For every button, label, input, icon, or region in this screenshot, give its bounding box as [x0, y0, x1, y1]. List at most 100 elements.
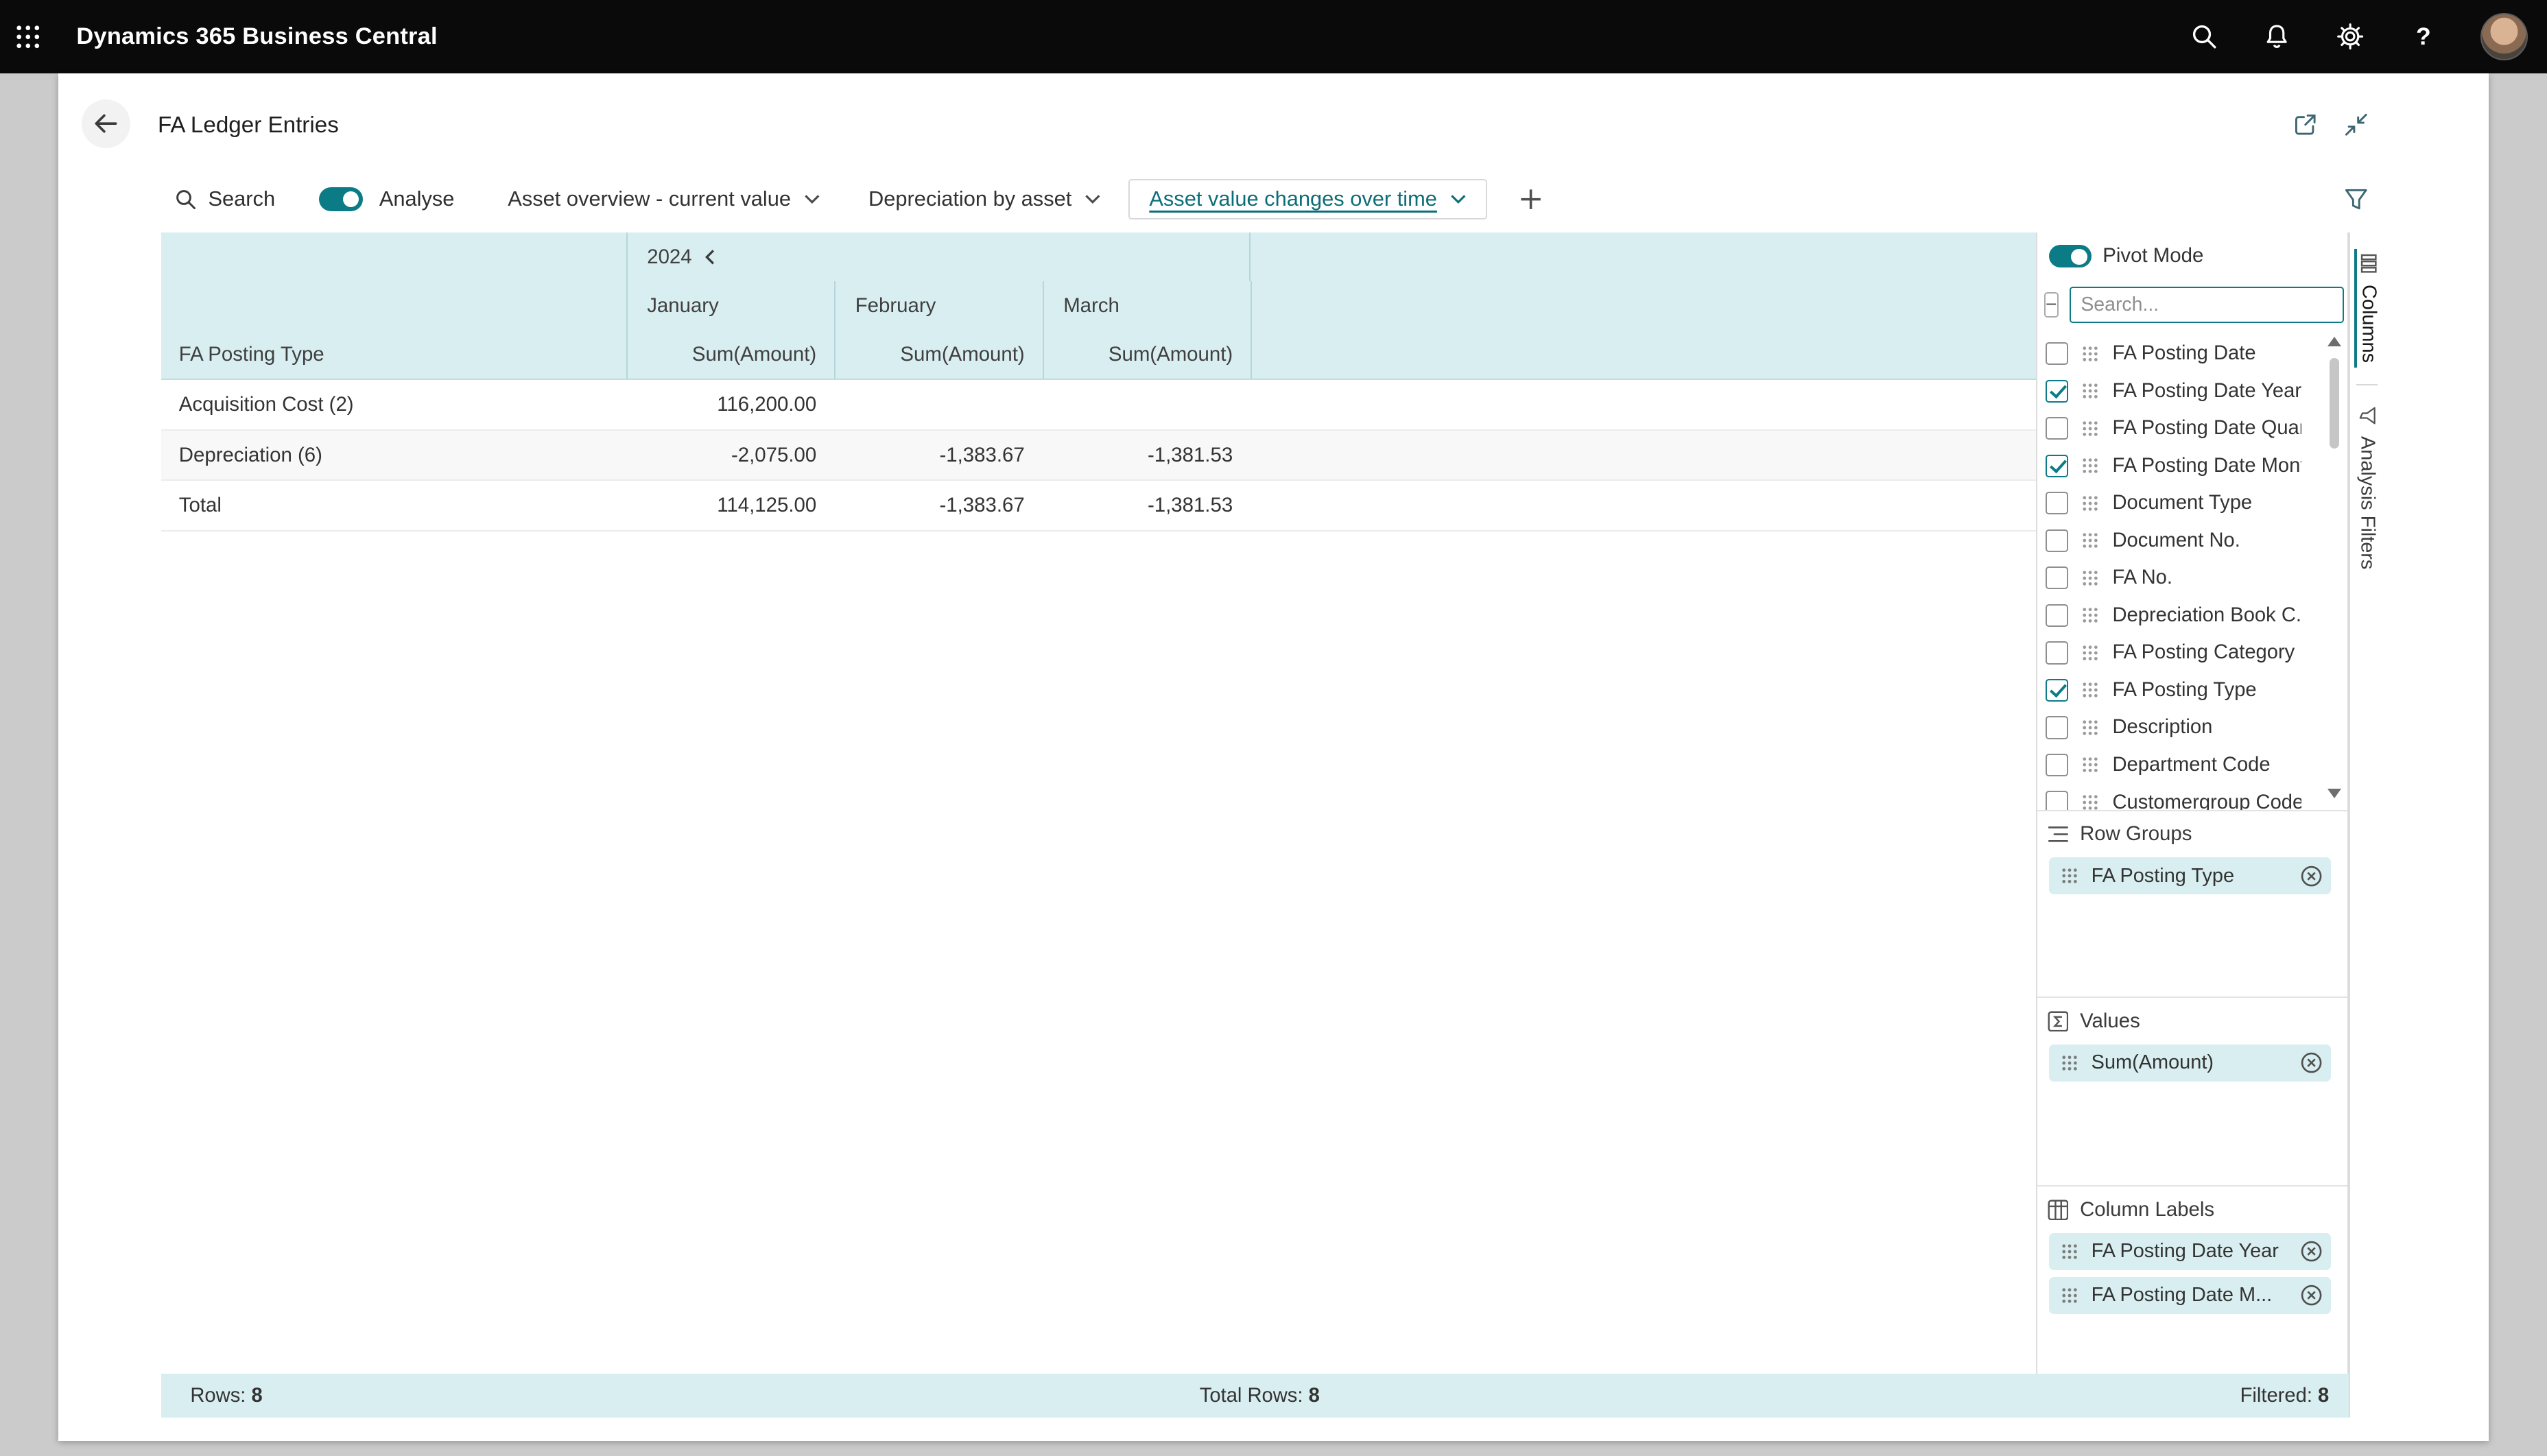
column-label-chip[interactable]: FA Posting Date Year: [2049, 1233, 2331, 1271]
field-item[interactable]: FA Posting Category: [2037, 634, 2347, 672]
help-icon[interactable]: ?: [2407, 21, 2439, 53]
search-icon[interactable]: [2188, 21, 2220, 53]
column-labels-section: Column Labels FA Posting Date Year: [2037, 1185, 2347, 1374]
drag-handle-icon[interactable]: [2081, 420, 2099, 438]
drag-handle-icon[interactable]: [2081, 345, 2099, 363]
row-label: Depreciation (6): [161, 431, 626, 480]
drag-handle-icon[interactable]: [2061, 1054, 2078, 1072]
field-item[interactable]: FA Posting Date Quar...: [2037, 409, 2347, 447]
settings-gear-icon[interactable]: [2334, 21, 2366, 53]
analyse-toggle[interactable]: Analyse: [319, 187, 454, 211]
app-launcher-button[interactable]: [0, 0, 56, 73]
drag-handle-icon[interactable]: [2081, 382, 2099, 400]
analyse-switch[interactable]: [319, 187, 363, 212]
drag-handle-icon[interactable]: [2081, 644, 2099, 662]
analysis-area: 2024 January February March: [161, 232, 2384, 1418]
tab-asset-overview-current-value[interactable]: Asset overview - current value: [487, 179, 841, 219]
column-group-year[interactable]: 2024: [626, 232, 1251, 281]
tab-columns[interactable]: Columns: [2354, 249, 2380, 368]
remove-chip-icon[interactable]: [2300, 1051, 2323, 1074]
columns-panel: Pivot Mode − FA Posting Date: [2036, 232, 2348, 1374]
column-label-chip[interactable]: FA Posting Date M...: [2049, 1277, 2331, 1315]
drag-handle-icon[interactable]: [2081, 793, 2099, 810]
drag-handle-icon[interactable]: [2061, 1243, 2078, 1261]
value-header-february[interactable]: Sum(Amount): [834, 330, 1042, 379]
collapse-all-button[interactable]: −: [2044, 292, 2059, 318]
field-item[interactable]: Depreciation Book C...: [2037, 597, 2347, 634]
field-item[interactable]: FA Posting Type: [2037, 671, 2347, 709]
field-item[interactable]: Document No.: [2037, 522, 2347, 560]
row-groups-section: Row Groups FA Posting Type: [2037, 810, 2347, 997]
checkbox[interactable]: [2046, 754, 2068, 776]
checkbox[interactable]: [2046, 529, 2068, 552]
drag-handle-icon[interactable]: [2081, 681, 2099, 699]
pivot-mode-switch[interactable]: [2049, 245, 2092, 267]
value-header-january[interactable]: Sum(Amount): [626, 330, 834, 379]
checkbox[interactable]: [2046, 342, 2068, 365]
topbar: Dynamics 365 Business Central: [0, 0, 2547, 73]
column-header-february[interactable]: February: [834, 281, 1042, 330]
column-header-march[interactable]: March: [1043, 281, 1251, 330]
remove-chip-icon[interactable]: [2300, 865, 2323, 887]
collapse-window-icon[interactable]: [2344, 112, 2369, 137]
field-item[interactable]: FA No.: [2037, 560, 2347, 597]
field-item[interactable]: FA Posting Date: [2037, 335, 2347, 372]
collapse-group-chevron-icon[interactable]: [705, 249, 715, 265]
divider: [2356, 384, 2378, 385]
field-item[interactable]: FA Posting Date Month: [2037, 447, 2347, 485]
drag-handle-icon[interactable]: [2081, 719, 2099, 737]
cell-value: -2,075.00: [626, 431, 834, 480]
remove-chip-icon[interactable]: [2300, 1284, 2323, 1306]
avatar[interactable]: [2480, 13, 2528, 60]
field-item[interactable]: Customergroup Code: [2037, 784, 2347, 810]
notifications-bell-icon[interactable]: [2261, 21, 2293, 53]
drag-handle-icon[interactable]: [2061, 867, 2078, 885]
tab-depreciation-by-asset[interactable]: Depreciation by asset: [848, 179, 1122, 219]
back-button[interactable]: [82, 99, 130, 148]
scrollbar-thumb[interactable]: [2330, 358, 2339, 449]
checkbox[interactable]: [2046, 455, 2068, 477]
search-label: Search: [208, 187, 275, 211]
checkbox[interactable]: [2046, 492, 2068, 514]
search-button[interactable]: Search: [174, 187, 275, 211]
drag-handle-icon[interactable]: [2081, 457, 2099, 475]
checkbox[interactable]: [2046, 604, 2068, 627]
drag-handle-icon[interactable]: [2061, 1287, 2078, 1304]
tab-analysis-filters[interactable]: Analysis Filters: [2356, 402, 2378, 574]
checkbox[interactable]: [2046, 566, 2068, 589]
drag-handle-icon[interactable]: [2081, 494, 2099, 512]
sigma-values-icon: [2048, 1011, 2069, 1032]
value-chip[interactable]: Sum(Amount): [2049, 1045, 2331, 1082]
row-group-header[interactable]: FA Posting Type: [161, 330, 626, 379]
row-groups-icon: [2048, 824, 2069, 845]
checkbox[interactable]: [2046, 716, 2068, 739]
field-item[interactable]: Description: [2037, 709, 2347, 747]
analyse-label: Analyse: [379, 187, 455, 211]
value-header-march[interactable]: Sum(Amount): [1043, 330, 1251, 379]
scroll-down-arrow[interactable]: [2327, 789, 2341, 798]
remove-chip-icon[interactable]: [2300, 1240, 2323, 1263]
checkbox[interactable]: [2046, 641, 2068, 664]
open-in-new-window-icon[interactable]: [2293, 112, 2318, 137]
table-row: Depreciation (6) -2,075.00 -1,383.67 -1,…: [161, 431, 2037, 481]
row-label: Acquisition Cost (2): [161, 380, 626, 429]
field-search-input[interactable]: [2070, 287, 2343, 322]
column-header-january[interactable]: January: [626, 281, 834, 330]
field-item[interactable]: Document Type: [2037, 485, 2347, 523]
add-analysis-tab-button[interactable]: [1519, 188, 1542, 211]
scroll-up-arrow[interactable]: [2327, 337, 2341, 346]
checkbox[interactable]: [2046, 417, 2068, 440]
drag-handle-icon[interactable]: [2081, 532, 2099, 549]
filter-icon[interactable]: [2344, 188, 2369, 211]
field-item[interactable]: FA Posting Date Year: [2037, 372, 2347, 410]
tab-asset-value-changes-over-time[interactable]: Asset value changes over time: [1128, 179, 1487, 219]
checkbox[interactable]: [2046, 380, 2068, 403]
checkbox[interactable]: [2046, 679, 2068, 702]
drag-handle-icon[interactable]: [2081, 756, 2099, 774]
field-item[interactable]: Department Code: [2037, 746, 2347, 784]
drag-handle-icon[interactable]: [2081, 606, 2099, 624]
row-group-chip[interactable]: FA Posting Type: [2049, 857, 2331, 895]
checkbox[interactable]: [2046, 791, 2068, 809]
drag-handle-icon[interactable]: [2081, 569, 2099, 587]
total-rows-count: Total Rows: 8: [1200, 1385, 1320, 1407]
